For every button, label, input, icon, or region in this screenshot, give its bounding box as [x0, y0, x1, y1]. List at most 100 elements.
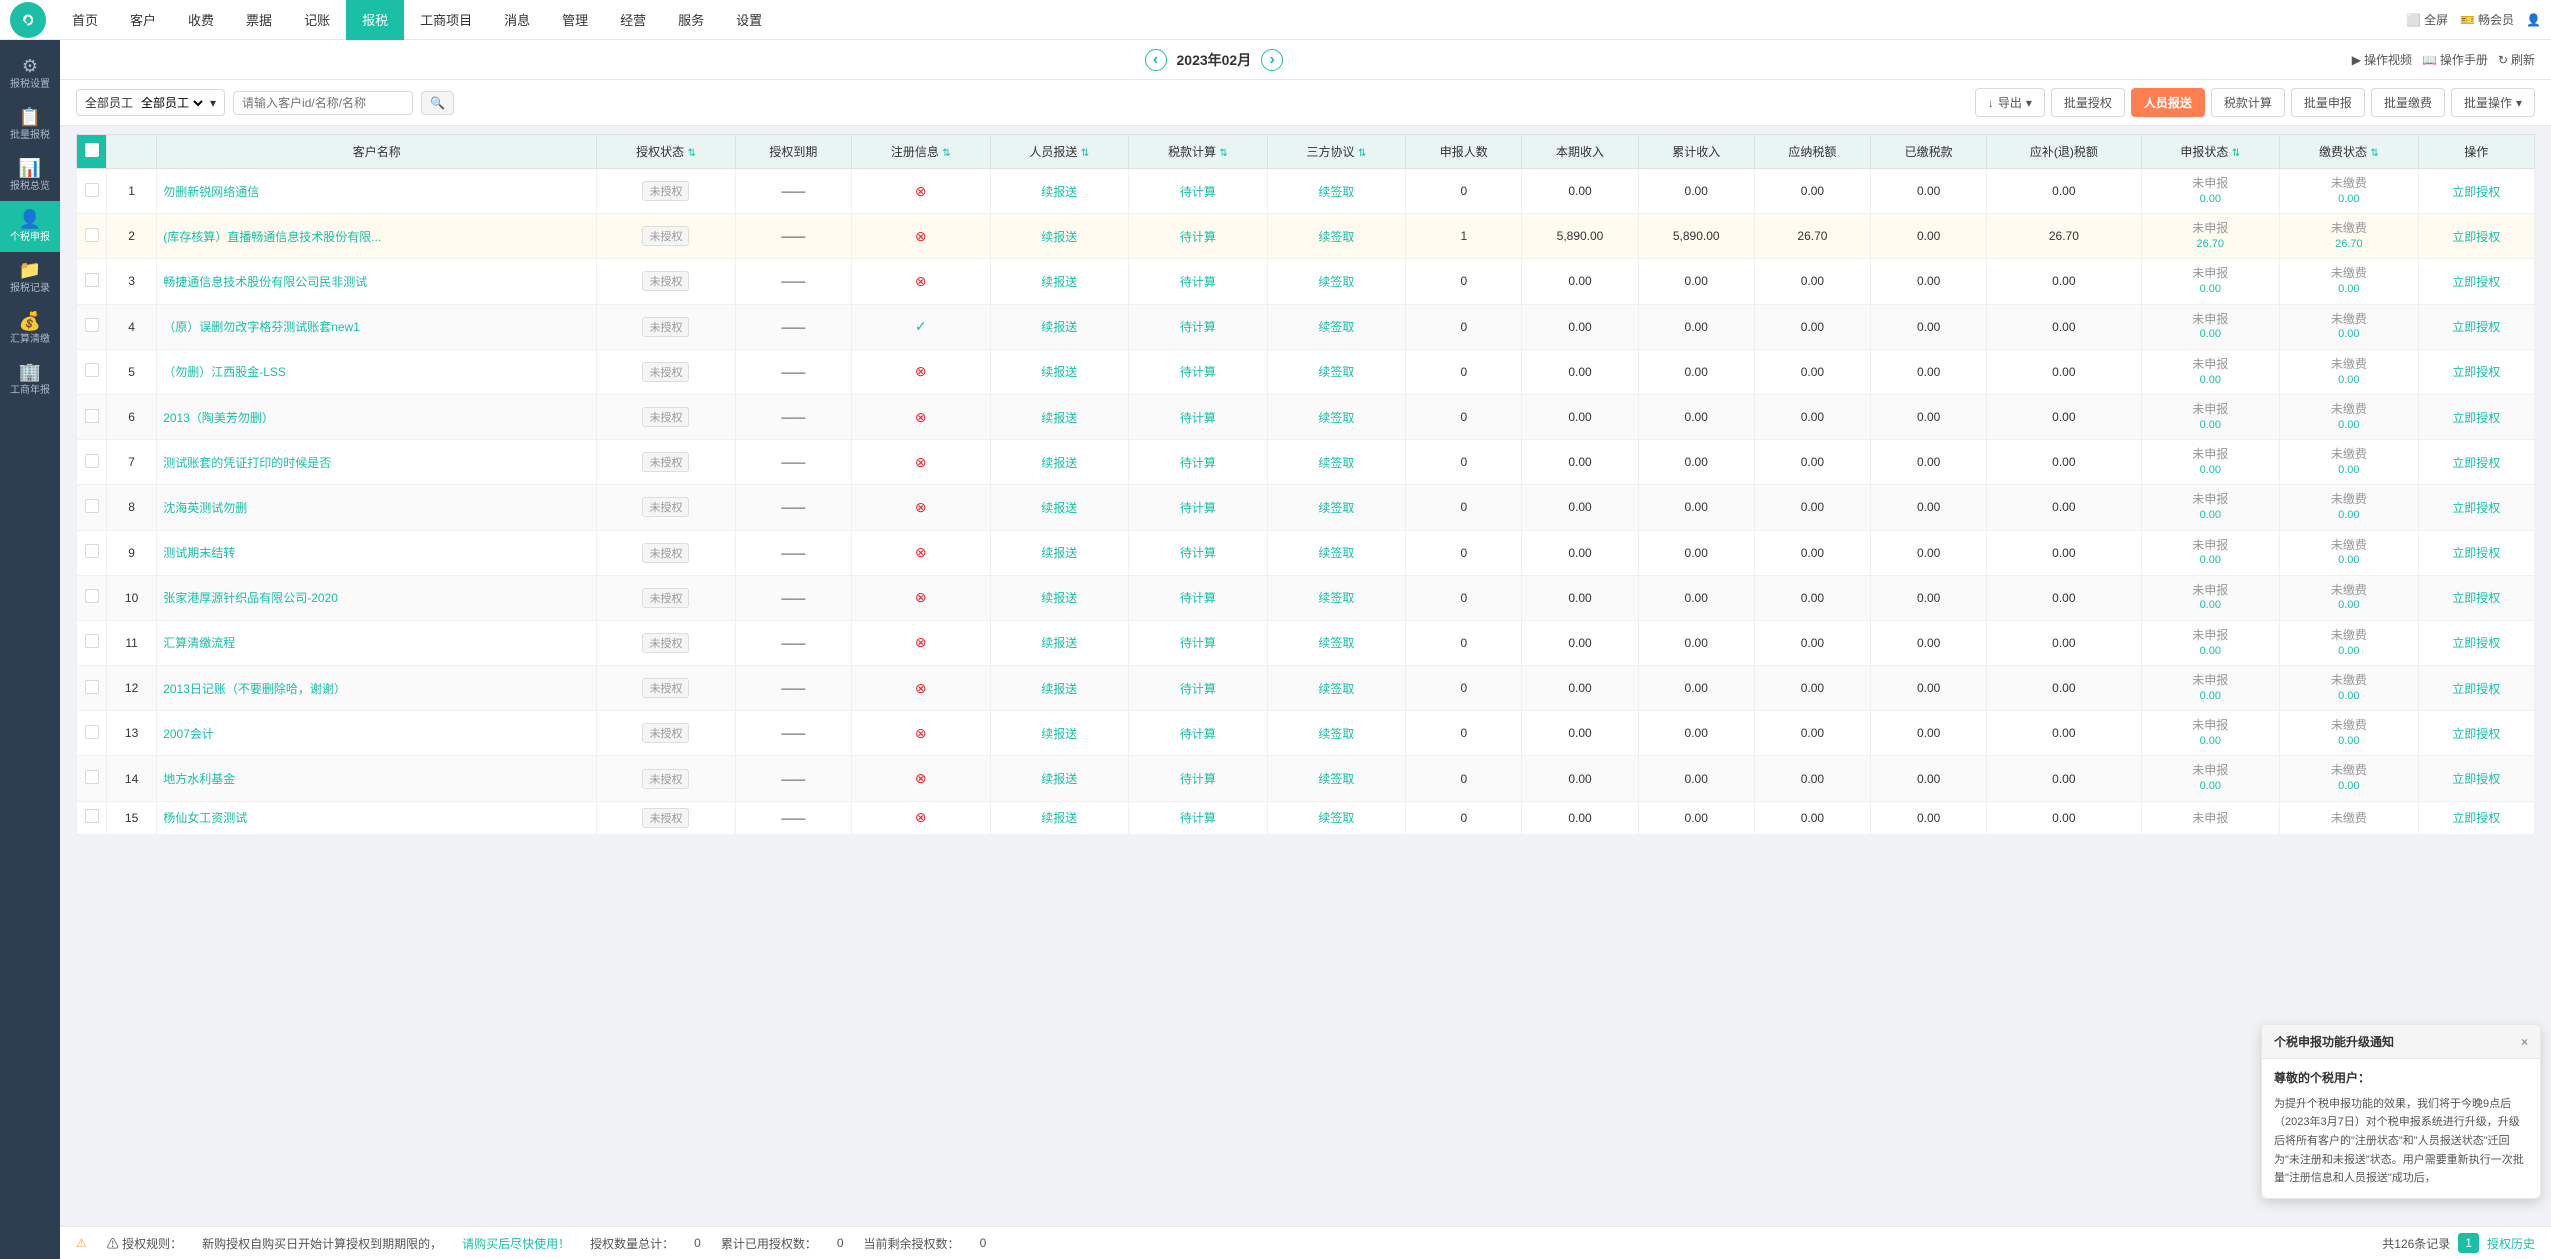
export-button[interactable]: ↓ 导出 ▾: [1975, 88, 2045, 117]
row-checkbox-cell[interactable]: [77, 801, 107, 834]
row-checkbox-cell[interactable]: [77, 575, 107, 620]
tax-calc-link[interactable]: 待计算: [1180, 365, 1216, 379]
page-btn-1[interactable]: 1: [2458, 1233, 2479, 1253]
row-tax-calc[interactable]: 待计算: [1129, 394, 1268, 439]
tax-calc-link[interactable]: 待计算: [1180, 411, 1216, 425]
immediate-auth-btn[interactable]: 立即授权: [2452, 772, 2500, 786]
sidebar-item-annual-report[interactable]: 🏢 工商年报: [0, 354, 60, 405]
row-checkbox-cell[interactable]: [77, 259, 107, 304]
personnel-report-link[interactable]: 续报送: [1041, 275, 1077, 289]
row-checkbox[interactable]: [85, 318, 99, 332]
immediate-auth-btn[interactable]: 立即授权: [2452, 230, 2500, 244]
row-third-party[interactable]: 续签取: [1267, 801, 1406, 834]
search-input[interactable]: [233, 91, 413, 115]
row-action[interactable]: 立即授权: [2418, 440, 2534, 485]
nav-settings[interactable]: 设置: [720, 0, 778, 40]
nav-home[interactable]: 首页: [56, 0, 114, 40]
row-checkbox[interactable]: [85, 228, 99, 242]
tax-calc-link[interactable]: 待计算: [1180, 275, 1216, 289]
row-checkbox-cell[interactable]: [77, 666, 107, 711]
row-action[interactable]: 立即授权: [2418, 394, 2534, 439]
third-party-link[interactable]: 续签取: [1318, 636, 1354, 650]
tax-calc-button[interactable]: 税款计算: [2211, 88, 2285, 117]
tax-calc-link[interactable]: 待计算: [1180, 636, 1216, 650]
third-party-link[interactable]: 续签取: [1318, 727, 1354, 741]
personnel-report-link[interactable]: 续报送: [1041, 636, 1077, 650]
row-action[interactable]: 立即授权: [2418, 349, 2534, 394]
select-all-checkbox[interactable]: [85, 143, 99, 157]
third-party-link[interactable]: 续签取: [1318, 275, 1354, 289]
personnel-report-link[interactable]: 续报送: [1041, 320, 1077, 334]
nav-tax[interactable]: 报税: [346, 0, 404, 40]
personnel-report-button[interactable]: 人员报送: [2131, 88, 2205, 117]
row-action[interactable]: 立即授权: [2418, 620, 2534, 665]
row-action[interactable]: 立即授权: [2418, 756, 2534, 801]
third-party-link[interactable]: 续签取: [1318, 682, 1354, 696]
notification-close-btn[interactable]: ×: [2521, 1035, 2528, 1049]
nav-billing[interactable]: 收费: [172, 0, 230, 40]
row-tax-calc[interactable]: 待计算: [1129, 485, 1268, 530]
row-third-party[interactable]: 续签取: [1267, 530, 1406, 575]
third-party-link[interactable]: 续签取: [1318, 456, 1354, 470]
personnel-report-link[interactable]: 续报送: [1041, 230, 1077, 244]
personnel-report-link[interactable]: 续报送: [1041, 591, 1077, 605]
personnel-report-link[interactable]: 续报送: [1041, 411, 1077, 425]
auth-tip-link[interactable]: 请购买后尽快使用！: [462, 1235, 570, 1252]
th-tax-calc[interactable]: 税款计算 ⇅: [1129, 135, 1268, 169]
nav-message[interactable]: 消息: [488, 0, 546, 40]
search-button[interactable]: 🔍: [421, 91, 454, 115]
row-personnel-report[interactable]: 续报送: [990, 666, 1129, 711]
nav-customer[interactable]: 客户: [114, 0, 172, 40]
row-tax-calc[interactable]: 待计算: [1129, 440, 1268, 485]
personnel-report-link[interactable]: 续报送: [1041, 682, 1077, 696]
tax-calc-link[interactable]: 待计算: [1180, 230, 1216, 244]
immediate-auth-btn[interactable]: 立即授权: [2452, 546, 2500, 560]
row-third-party[interactable]: 续签取: [1267, 394, 1406, 439]
immediate-auth-btn[interactable]: 立即授权: [2452, 727, 2500, 741]
nav-operation[interactable]: 经营: [604, 0, 662, 40]
immediate-auth-btn[interactable]: 立即授权: [2452, 456, 2500, 470]
row-action[interactable]: 立即授权: [2418, 214, 2534, 259]
row-tax-calc[interactable]: 待计算: [1129, 349, 1268, 394]
auth-history-link[interactable]: 授权历史: [2487, 1235, 2535, 1252]
row-action[interactable]: 立即授权: [2418, 530, 2534, 575]
row-checkbox[interactable]: [85, 454, 99, 468]
row-client-name[interactable]: 地方水利基金: [157, 756, 597, 801]
immediate-auth-btn[interactable]: 立即授权: [2452, 591, 2500, 605]
row-personnel-report[interactable]: 续报送: [990, 259, 1129, 304]
tax-calc-link[interactable]: 待计算: [1180, 811, 1216, 825]
row-third-party[interactable]: 续签取: [1267, 575, 1406, 620]
tax-calc-link[interactable]: 待计算: [1180, 682, 1216, 696]
row-checkbox-cell[interactable]: [77, 214, 107, 259]
tax-calc-link[interactable]: 待计算: [1180, 772, 1216, 786]
immediate-auth-btn[interactable]: 立即授权: [2452, 320, 2500, 334]
row-action[interactable]: 立即授权: [2418, 801, 2534, 834]
sidebar-item-settlement[interactable]: 💰 汇算清缴: [0, 303, 60, 354]
tax-calc-link[interactable]: 待计算: [1180, 456, 1216, 470]
th-report-status[interactable]: 申报状态 ⇅: [2141, 135, 2280, 169]
personnel-report-link[interactable]: 续报送: [1041, 546, 1077, 560]
row-third-party[interactable]: 续签取: [1267, 485, 1406, 530]
third-party-link[interactable]: 续签取: [1318, 320, 1354, 334]
immediate-auth-btn[interactable]: 立即授权: [2452, 682, 2500, 696]
row-checkbox-cell[interactable]: [77, 169, 107, 214]
employee-filter-dropdown[interactable]: 全部员工: [137, 95, 206, 111]
th-fee-status[interactable]: 缴费状态 ⇅: [2280, 135, 2419, 169]
row-checkbox-cell[interactable]: [77, 756, 107, 801]
row-client-name[interactable]: 2013（陶美芳勿删）: [157, 394, 597, 439]
row-action[interactable]: 立即授权: [2418, 259, 2534, 304]
row-third-party[interactable]: 续签取: [1267, 214, 1406, 259]
row-tax-calc[interactable]: 待计算: [1129, 711, 1268, 756]
row-checkbox[interactable]: [85, 544, 99, 558]
th-reg-info[interactable]: 注册信息 ⇅: [851, 135, 990, 169]
row-client-name[interactable]: 2013日记账（不要删除哈，谢谢）: [157, 666, 597, 711]
personnel-report-link[interactable]: 续报送: [1041, 501, 1077, 515]
row-checkbox[interactable]: [85, 809, 99, 823]
third-party-link[interactable]: 续签取: [1318, 230, 1354, 244]
nav-manage[interactable]: 管理: [546, 0, 604, 40]
third-party-link[interactable]: 续签取: [1318, 501, 1354, 515]
immediate-auth-btn[interactable]: 立即授权: [2452, 411, 2500, 425]
row-client-name[interactable]: 测试期末结转: [157, 530, 597, 575]
row-personnel-report[interactable]: 续报送: [990, 440, 1129, 485]
row-checkbox-cell[interactable]: [77, 711, 107, 756]
